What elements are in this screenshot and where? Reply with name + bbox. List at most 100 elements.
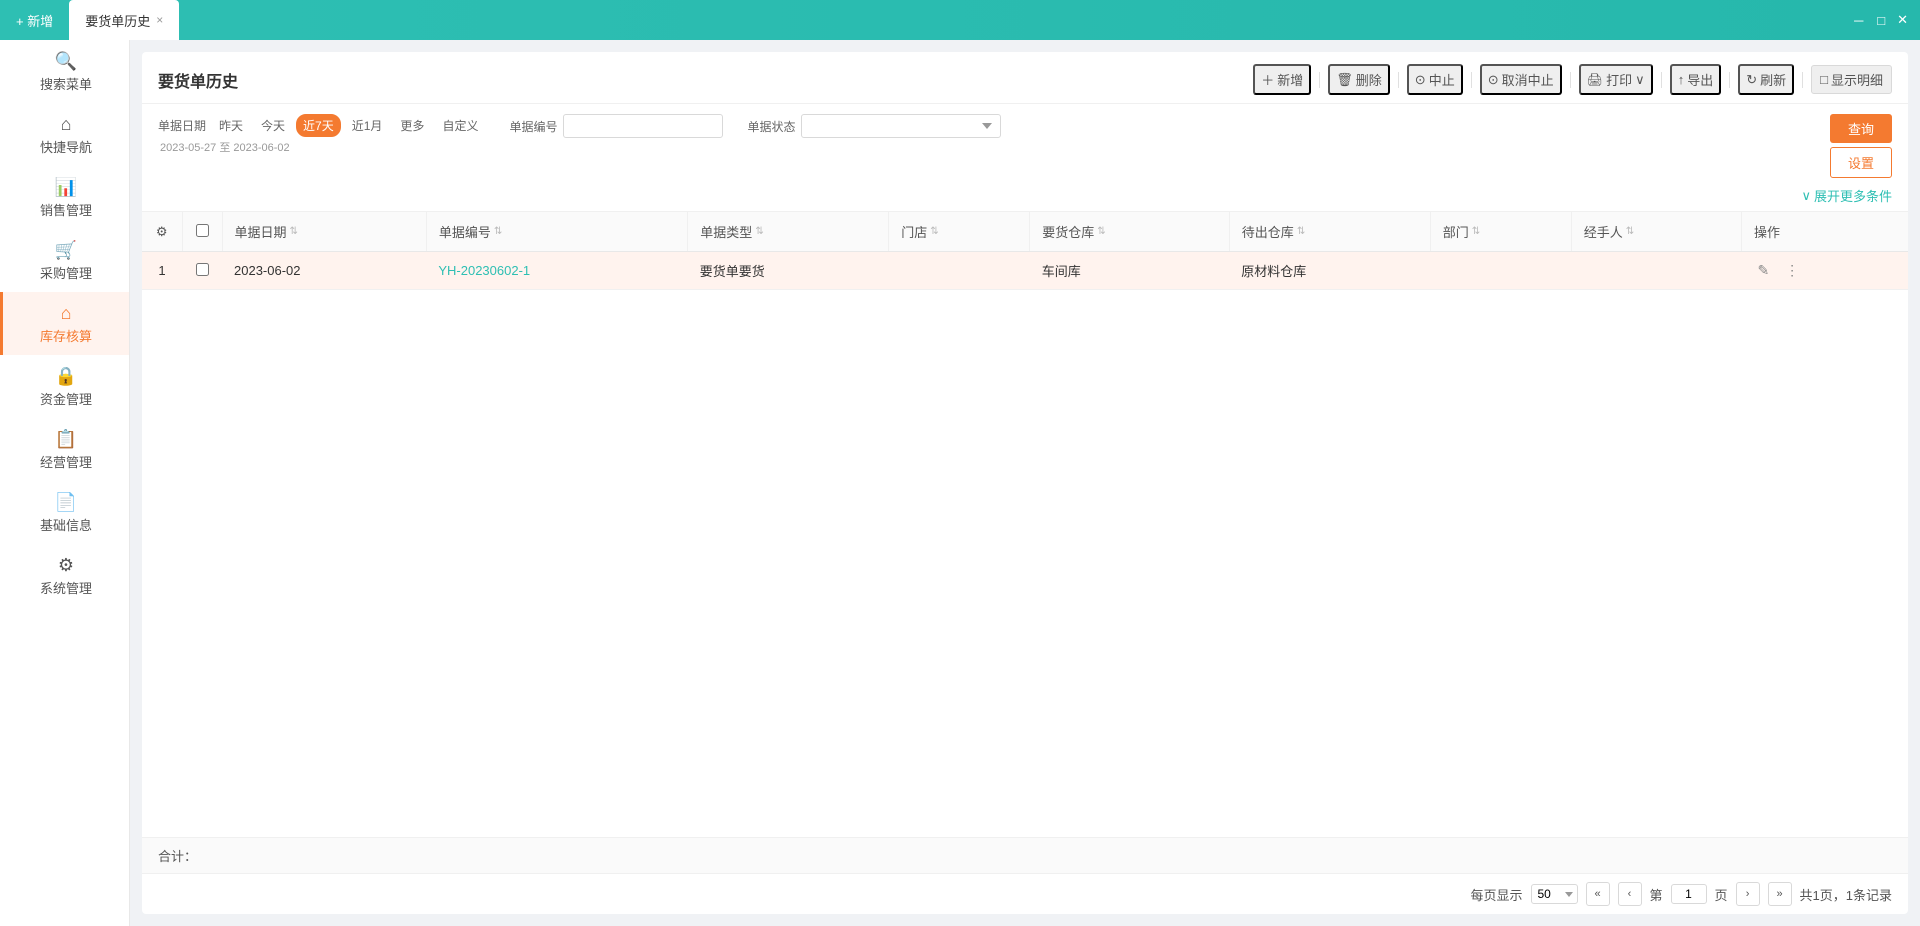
row-checkbox[interactable]	[196, 263, 209, 276]
tab-close-icon[interactable]: ×	[156, 13, 163, 27]
th-department[interactable]: 部门 ⇅	[1430, 212, 1571, 252]
home-icon: ⌂	[61, 115, 72, 133]
table-row[interactable]: 1 2023-06-02 YH-20230602-1 要货单要货 车间库	[142, 252, 1908, 290]
expand-more-icon: ∨	[1801, 188, 1811, 204]
page-title: 要货单历史	[158, 68, 238, 92]
th-order-type-label: 单据类型	[700, 222, 752, 241]
th-date[interactable]: 单据日期 ⇅	[222, 212, 426, 252]
tab-home[interactable]: + 新增	[0, 0, 69, 40]
date-btn-1month[interactable]: 近1月	[345, 114, 390, 137]
th-store-sort-icon: ⇅	[930, 226, 938, 237]
print-button[interactable]: 🖨 打印 ∨	[1579, 64, 1653, 95]
th-order-no[interactable]: 单据编号 ⇅	[426, 212, 687, 252]
window-maximize-btn[interactable]: □	[1877, 13, 1885, 28]
tab-requisition-history[interactable]: 要货单历史 ×	[69, 0, 179, 40]
table-body: 1 2023-06-02 YH-20230602-1 要货单要货 车间库	[142, 252, 1908, 290]
row-more-icon[interactable]: ⋮	[1781, 260, 1803, 281]
expand-more-label: 展开更多条件	[1814, 186, 1892, 205]
stop-button[interactable]: ⊙ 中止	[1407, 64, 1463, 95]
filter-group-date: 单据日期 昨天 今天 近7天 近1月 更多 自定义 202	[158, 114, 485, 155]
next-page-btn[interactable]: ›	[1736, 882, 1760, 906]
th-date-label: 单据日期	[235, 222, 287, 241]
display-detail-label: 显示明细	[1831, 70, 1883, 89]
order-no-input[interactable]	[563, 114, 723, 138]
page-card: 要货单历史 ＋ 新增 🗑 删除 ⊙ 中止	[142, 52, 1908, 914]
purchase-icon: 🛒	[55, 241, 77, 259]
print-label: 打印	[1606, 70, 1632, 89]
th-req-warehouse[interactable]: 要货仓库 ⇅	[1030, 212, 1230, 252]
date-btn-more[interactable]: 更多	[393, 114, 431, 137]
last-page-btn[interactable]: »	[1768, 882, 1792, 906]
add-icon: ＋	[1261, 70, 1274, 89]
th-actions: 操作	[1741, 212, 1908, 252]
sidebar-item-search-menu[interactable]: 🔍 搜索菜单	[0, 40, 129, 103]
query-button[interactable]: 查询	[1830, 114, 1892, 143]
sidebar-item-inventory[interactable]: ⌂ 库存核算	[0, 292, 129, 355]
date-btn-7days[interactable]: 近7天	[296, 114, 341, 137]
date-btn-today[interactable]: 今天	[254, 114, 292, 137]
cancel-stop-button[interactable]: ⊙ 取消中止	[1480, 64, 1562, 95]
sidebar-item-system-mgmt[interactable]: ⚙ 系统管理	[0, 544, 129, 607]
expand-more-btn[interactable]: ∨ 展开更多条件	[1801, 186, 1892, 205]
th-checkbox[interactable]	[182, 212, 222, 252]
sidebar-item-purchase-mgmt[interactable]: 🛒 采购管理	[0, 229, 129, 292]
add-label: 新增	[1277, 70, 1303, 89]
sidebar-item-search-label: 搜索菜单	[40, 74, 92, 93]
filter-settings-button[interactable]: 设置	[1830, 147, 1892, 178]
sidebar-item-basic-info[interactable]: 📄 基础信息	[0, 481, 129, 544]
select-all-checkbox[interactable]	[196, 224, 209, 237]
row-actions: ✎ ⋮	[1753, 260, 1896, 281]
display-detail-button[interactable]: □ 显示明细	[1811, 65, 1892, 94]
pagination-bar: 每页显示 50 20 100 « ‹ 第 页 › » 共1页，1条记录	[142, 873, 1908, 914]
current-page-input[interactable]	[1671, 884, 1707, 904]
th-pending-warehouse[interactable]: 待出仓库 ⇅	[1229, 212, 1430, 252]
th-order-no-label: 单据编号	[439, 222, 491, 241]
sidebar-item-purchase-label: 采购管理	[40, 263, 92, 282]
per-page-label: 每页显示	[1470, 885, 1522, 904]
delete-button[interactable]: 🗑 删除	[1328, 64, 1390, 95]
prev-page-btn[interactable]: ‹	[1618, 882, 1642, 906]
td-pending-warehouse: 原材料仓库	[1229, 252, 1430, 290]
date-btn-custom[interactable]: 自定义	[435, 114, 485, 137]
row-edit-icon[interactable]: ✎	[1753, 260, 1773, 281]
th-department-sort-icon: ⇅	[1472, 226, 1480, 237]
table-container: ⚙ 单据日期 ⇅	[142, 212, 1908, 837]
refresh-label: 刷新	[1760, 70, 1786, 89]
th-store[interactable]: 门店 ⇅	[889, 212, 1030, 252]
th-order-type[interactable]: 单据类型 ⇅	[688, 212, 889, 252]
finance-icon: 🔒	[55, 367, 77, 385]
sidebar-item-finance-mgmt[interactable]: 🔒 资金管理	[0, 355, 129, 418]
export-label: 导出	[1687, 70, 1713, 89]
top-bar-right: － □ ✕	[1840, 11, 1920, 30]
td-checkbox[interactable]	[182, 252, 222, 290]
export-button[interactable]: ↑ 导出	[1670, 64, 1722, 95]
th-handler-label: 经手人	[1584, 222, 1623, 241]
sidebar-item-sales-mgmt[interactable]: 📊 销售管理	[0, 166, 129, 229]
per-page-select[interactable]: 50 20 100	[1531, 884, 1578, 904]
status-select[interactable]	[801, 114, 1001, 138]
order-no-link[interactable]: YH-20230602-1	[438, 263, 530, 278]
th-date-sort-icon: ⇅	[290, 226, 298, 237]
date-range-text: 2023-05-27 至 2023-06-02	[160, 139, 485, 155]
th-settings[interactable]: ⚙	[142, 212, 182, 252]
sidebar-item-operations-mgmt[interactable]: 📋 经营管理	[0, 418, 129, 481]
refresh-icon: ↻	[1746, 72, 1757, 88]
add-button[interactable]: ＋ 新增	[1253, 64, 1311, 95]
window-minimize-btn[interactable]: －	[1852, 11, 1865, 30]
first-page-btn[interactable]: «	[1586, 882, 1610, 906]
divider-7	[1802, 72, 1803, 88]
refresh-button[interactable]: ↻ 刷新	[1738, 64, 1794, 95]
window-close-btn[interactable]: ✕	[1897, 12, 1908, 28]
divider-2	[1398, 72, 1399, 88]
filter-area: 单据日期 昨天 今天 近7天 近1月 更多 自定义 202	[142, 104, 1908, 212]
sidebar-item-quick-nav[interactable]: ⌂ 快捷导航	[0, 103, 129, 166]
th-handler[interactable]: 经手人 ⇅	[1571, 212, 1741, 252]
page-prefix-label: 第	[1650, 885, 1663, 904]
td-department	[1430, 252, 1571, 290]
sidebar-item-sales-label: 销售管理	[40, 200, 92, 219]
print-chevron-icon: ∨	[1635, 72, 1645, 88]
date-btn-yesterday[interactable]: 昨天	[212, 114, 250, 137]
divider-6	[1729, 72, 1730, 88]
table-header-row: ⚙ 单据日期 ⇅	[142, 212, 1908, 252]
data-table: ⚙ 单据日期 ⇅	[142, 212, 1908, 290]
